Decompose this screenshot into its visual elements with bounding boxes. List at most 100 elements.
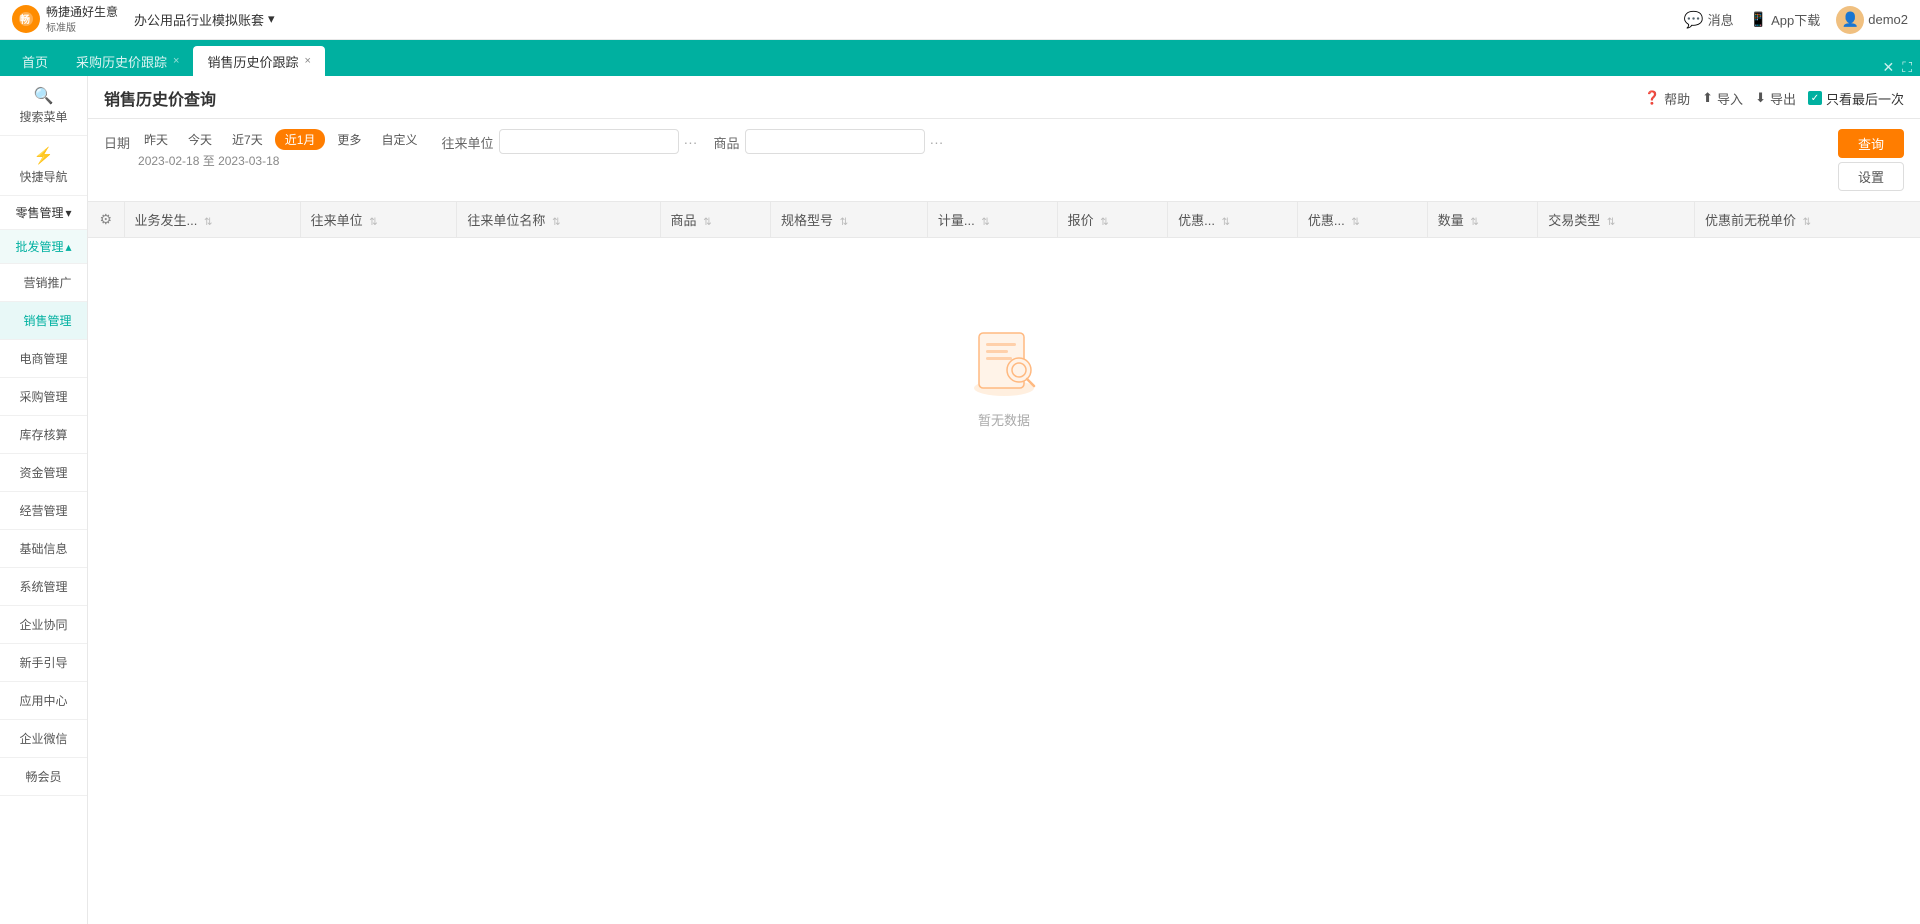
empty-text: 暂无数据 bbox=[978, 410, 1030, 429]
date-filter-label: 日期 bbox=[104, 129, 130, 152]
col-business-date[interactable]: 业务发生... ⇅ bbox=[124, 202, 300, 238]
message-action[interactable]: 💬 消息 bbox=[1684, 10, 1734, 30]
table-container: ⚙ 业务发生... ⇅ 往来单位 ⇅ 往来单位名称 ⇅ bbox=[88, 202, 1920, 924]
sidebar-purchase-mgmt-label: 采购管理 bbox=[19, 388, 67, 405]
sidebar-item-operation-mgmt[interactable]: 经营管理 bbox=[0, 492, 87, 530]
sidebar-item-purchase-mgmt[interactable]: 采购管理 bbox=[0, 378, 87, 416]
filter-dates: 昨天 今天 近7天 近1月 更多 自定义 2023-02-18 至 2023-0… bbox=[136, 129, 425, 169]
col-pre-tax-price[interactable]: 优惠前无税单价 ⇅ bbox=[1695, 202, 1920, 238]
col-discount2-label: 优惠... bbox=[1308, 213, 1345, 228]
col-spec[interactable]: 规格型号 ⇅ bbox=[771, 202, 928, 238]
sidebar-quick-nav-label: 快捷导航 bbox=[19, 168, 67, 185]
quick-nav-icon: ⚡ bbox=[34, 146, 54, 166]
sidebar-item-marketing-promo[interactable]: 营销推广 bbox=[0, 264, 87, 302]
tab-purchase-history-close[interactable]: × bbox=[173, 55, 179, 67]
col-quote-sort: ⇅ bbox=[1100, 217, 1108, 228]
export-action[interactable]: ⬇ 导出 bbox=[1755, 89, 1796, 108]
sidebar-item-new-guide[interactable]: 新手引导 bbox=[0, 644, 87, 682]
empty-state: 暂无数据 bbox=[88, 238, 1920, 509]
sidebar-item-wholesale-mgmt[interactable]: 批发管理 ▴ bbox=[0, 230, 87, 264]
date-option-more[interactable]: 更多 bbox=[329, 129, 369, 150]
sidebar-item-finance-mgmt[interactable]: 资金管理 bbox=[0, 454, 87, 492]
col-discount2[interactable]: 优惠... ⇅ bbox=[1297, 202, 1427, 238]
sidebar-item-vip-member[interactable]: 畅会员 bbox=[0, 758, 87, 796]
sidebar-item-inventory[interactable]: 库存核算 bbox=[0, 416, 87, 454]
col-product-label: 商品 bbox=[671, 213, 697, 228]
help-action[interactable]: ❓ 帮助 bbox=[1644, 89, 1690, 108]
partner-input-group: ··· bbox=[499, 129, 697, 154]
top-bar-right: 💬 消息 📱 App下载 👤 demo2 bbox=[1684, 6, 1908, 34]
sidebar-item-enterprise-wechat[interactable]: 企业微信 bbox=[0, 720, 87, 758]
import-action[interactable]: ⬆ 导入 bbox=[1702, 89, 1743, 108]
sidebar-item-app-center[interactable]: 应用中心 bbox=[0, 682, 87, 720]
only-last-text: 只看最后一次 bbox=[1826, 89, 1904, 108]
col-partner-code[interactable]: 往来单位 ⇅ bbox=[300, 202, 457, 238]
tab-maximize-icon[interactable]: ⛶ bbox=[1902, 59, 1912, 76]
sidebar-item-sales-mgmt[interactable]: 销售管理 bbox=[0, 302, 87, 340]
sidebar-enterprise-wechat-label: 企业微信 bbox=[19, 730, 67, 747]
tab-close-all-icon[interactable]: ✕ bbox=[1882, 59, 1894, 76]
download-icon: 📱 bbox=[1750, 11, 1767, 28]
svg-text:畅: 畅 bbox=[20, 13, 30, 26]
message-icon: 💬 bbox=[1684, 10, 1704, 30]
partner-dots: ··· bbox=[683, 134, 697, 150]
logo-sub: 标准版 bbox=[46, 19, 118, 34]
workspace-selector[interactable]: 办公用品行业模拟账套 ▾ bbox=[126, 6, 283, 33]
app-download-label: App下载 bbox=[1771, 10, 1820, 29]
col-settings[interactable]: ⚙ bbox=[88, 202, 124, 238]
date-range: 2023-02-18 至 2023-03-18 bbox=[136, 152, 425, 169]
col-quote[interactable]: 报价 ⇅ bbox=[1057, 202, 1168, 238]
product-input[interactable] bbox=[745, 129, 925, 154]
date-option-yesterday[interactable]: 昨天 bbox=[136, 129, 176, 150]
user-area[interactable]: 👤 demo2 bbox=[1836, 6, 1908, 34]
page-header-actions: ❓ 帮助 ⬆ 导入 ⬇ 导出 只看最后一次 bbox=[1644, 89, 1904, 108]
col-unit-label: 计量... bbox=[938, 213, 975, 228]
sidebar-ecommerce-mgmt-label: 电商管理 bbox=[19, 350, 67, 367]
sidebar-new-guide-label: 新手引导 bbox=[19, 654, 67, 671]
col-partner-name[interactable]: 往来单位名称 ⇅ bbox=[457, 202, 660, 238]
sidebar-sales-mgmt-label: 销售管理 bbox=[23, 312, 71, 329]
sidebar-item-ecommerce-mgmt[interactable]: 电商管理 bbox=[0, 340, 87, 378]
tab-purchase-history[interactable]: 采购历史价跟踪 × bbox=[62, 46, 193, 76]
col-product[interactable]: 商品 ⇅ bbox=[660, 202, 771, 238]
col-discount1[interactable]: 优惠... ⇅ bbox=[1168, 202, 1298, 238]
col-pre-tax-price-sort: ⇅ bbox=[1803, 217, 1811, 228]
sidebar: 🔍 搜索菜单 ⚡ 快捷导航 零售管理 ▾ 批发管理 ▴ 营销推广 销售管理 电商… bbox=[0, 76, 88, 924]
col-business-date-sort: ⇅ bbox=[204, 217, 212, 228]
tab-sales-history[interactable]: 销售历史价跟踪 × bbox=[193, 46, 324, 76]
filter-actions: 查询 设置 bbox=[1838, 129, 1904, 191]
sidebar-enterprise-collab-label: 企业协同 bbox=[19, 616, 67, 633]
tab-sales-history-label: 销售历史价跟踪 bbox=[207, 52, 298, 71]
date-option-last7days[interactable]: 近7天 bbox=[224, 129, 271, 150]
col-unit[interactable]: 计量... ⇅ bbox=[927, 202, 1057, 238]
sidebar-item-quick-nav[interactable]: ⚡ 快捷导航 bbox=[0, 136, 87, 196]
main-layout: 🔍 搜索菜单 ⚡ 快捷导航 零售管理 ▾ 批发管理 ▴ 营销推广 销售管理 电商… bbox=[0, 76, 1920, 924]
only-last-checkbox[interactable] bbox=[1808, 91, 1822, 105]
sidebar-marketing-promo-label: 营销推广 bbox=[23, 274, 71, 291]
col-quantity[interactable]: 数量 ⇅ bbox=[1427, 202, 1538, 238]
sidebar-item-enterprise-collab[interactable]: 企业协同 bbox=[0, 606, 87, 644]
tab-home-label: 首页 bbox=[22, 52, 48, 71]
partner-input[interactable] bbox=[499, 129, 679, 154]
sidebar-item-basic-info[interactable]: 基础信息 bbox=[0, 530, 87, 568]
col-quantity-sort: ⇅ bbox=[1470, 217, 1478, 228]
app-download-action[interactable]: 📱 App下载 bbox=[1750, 10, 1821, 29]
date-option-today[interactable]: 今天 bbox=[180, 129, 220, 150]
sidebar-item-search-menu[interactable]: 🔍 搜索菜单 bbox=[0, 76, 87, 136]
query-button[interactable]: 查询 bbox=[1838, 129, 1904, 158]
avatar: 👤 bbox=[1836, 6, 1864, 34]
settings-button[interactable]: 设置 bbox=[1838, 162, 1904, 191]
settings-icon[interactable]: ⚙ bbox=[99, 211, 112, 227]
tab-sales-history-close[interactable]: × bbox=[304, 55, 310, 67]
sidebar-item-system-mgmt[interactable]: 系统管理 bbox=[0, 568, 87, 606]
col-product-sort: ⇅ bbox=[703, 217, 711, 228]
tab-bar-right: ✕ ⛶ bbox=[1882, 59, 1912, 76]
date-option-custom[interactable]: 自定义 bbox=[373, 129, 425, 150]
col-transaction-type[interactable]: 交易类型 ⇅ bbox=[1538, 202, 1695, 238]
only-last-checkbox-label[interactable]: 只看最后一次 bbox=[1808, 89, 1904, 108]
date-option-last1month[interactable]: 近1月 bbox=[275, 129, 326, 150]
col-partner-name-label: 往来单位名称 bbox=[467, 213, 545, 228]
tab-home[interactable]: 首页 bbox=[8, 46, 62, 76]
sidebar-item-retail-mgmt[interactable]: 零售管理 ▾ bbox=[0, 196, 87, 230]
col-transaction-type-label: 交易类型 bbox=[1548, 213, 1600, 228]
